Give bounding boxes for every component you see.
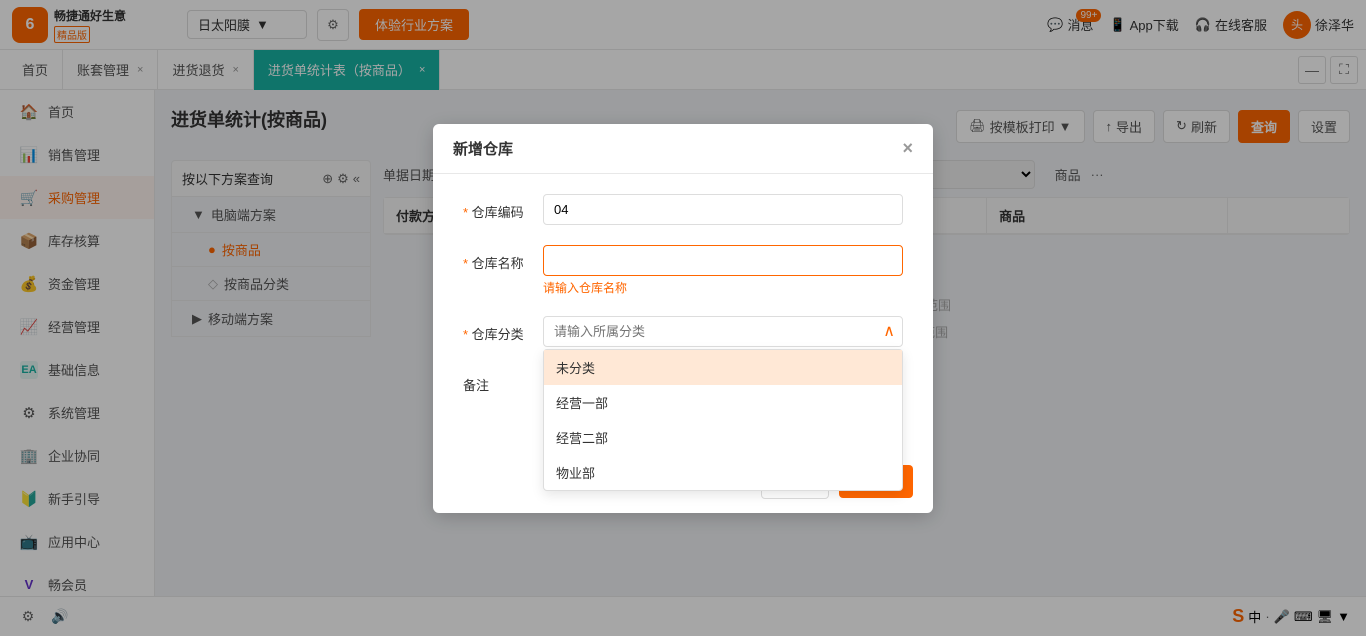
form-row-code: 仓库编码 bbox=[463, 194, 903, 225]
modal-warehouse: 新增仓库 × 仓库编码 仓库名称 请输入仓库名称 仓库分类 bbox=[433, 124, 933, 513]
category-dropdown: 未分类 经营一部 经营二部 物业部 bbox=[543, 349, 903, 491]
modal-body: 仓库编码 仓库名称 请输入仓库名称 仓库分类 ∧ bbox=[433, 174, 933, 430]
category-select-wrap: ∧ bbox=[543, 316, 903, 347]
modal-overlay: 新增仓库 × 仓库编码 仓库名称 请输入仓库名称 仓库分类 bbox=[0, 0, 1366, 636]
modal-close-button[interactable]: × bbox=[902, 139, 913, 157]
warehouse-code-label: 仓库编码 bbox=[463, 194, 543, 221]
form-row-category: 仓库分类 ∧ 未分类 经营一部 经营二部 物业部 bbox=[463, 316, 903, 347]
warehouse-code-wrap bbox=[543, 194, 903, 225]
form-row-name: 仓库名称 请输入仓库名称 bbox=[463, 245, 903, 296]
notes-label: 备注 bbox=[463, 367, 543, 394]
warehouse-category-wrap: ∧ 未分类 经营一部 经营二部 物业部 bbox=[543, 316, 903, 347]
warehouse-name-input[interactable] bbox=[543, 245, 903, 276]
warehouse-category-label: 仓库分类 bbox=[463, 316, 543, 343]
warehouse-name-wrap: 请输入仓库名称 bbox=[543, 245, 903, 296]
category-input[interactable] bbox=[543, 316, 903, 347]
dropdown-item-property[interactable]: 物业部 bbox=[544, 455, 902, 490]
warehouse-name-error: 请输入仓库名称 bbox=[543, 279, 903, 296]
warehouse-code-input[interactable] bbox=[543, 194, 903, 225]
dropdown-item-unclassified[interactable]: 未分类 bbox=[544, 350, 902, 385]
modal-header: 新增仓库 × bbox=[433, 124, 933, 174]
dropdown-item-dept1[interactable]: 经营一部 bbox=[544, 385, 902, 420]
dropdown-item-dept2[interactable]: 经营二部 bbox=[544, 420, 902, 455]
warehouse-name-label: 仓库名称 bbox=[463, 245, 543, 272]
